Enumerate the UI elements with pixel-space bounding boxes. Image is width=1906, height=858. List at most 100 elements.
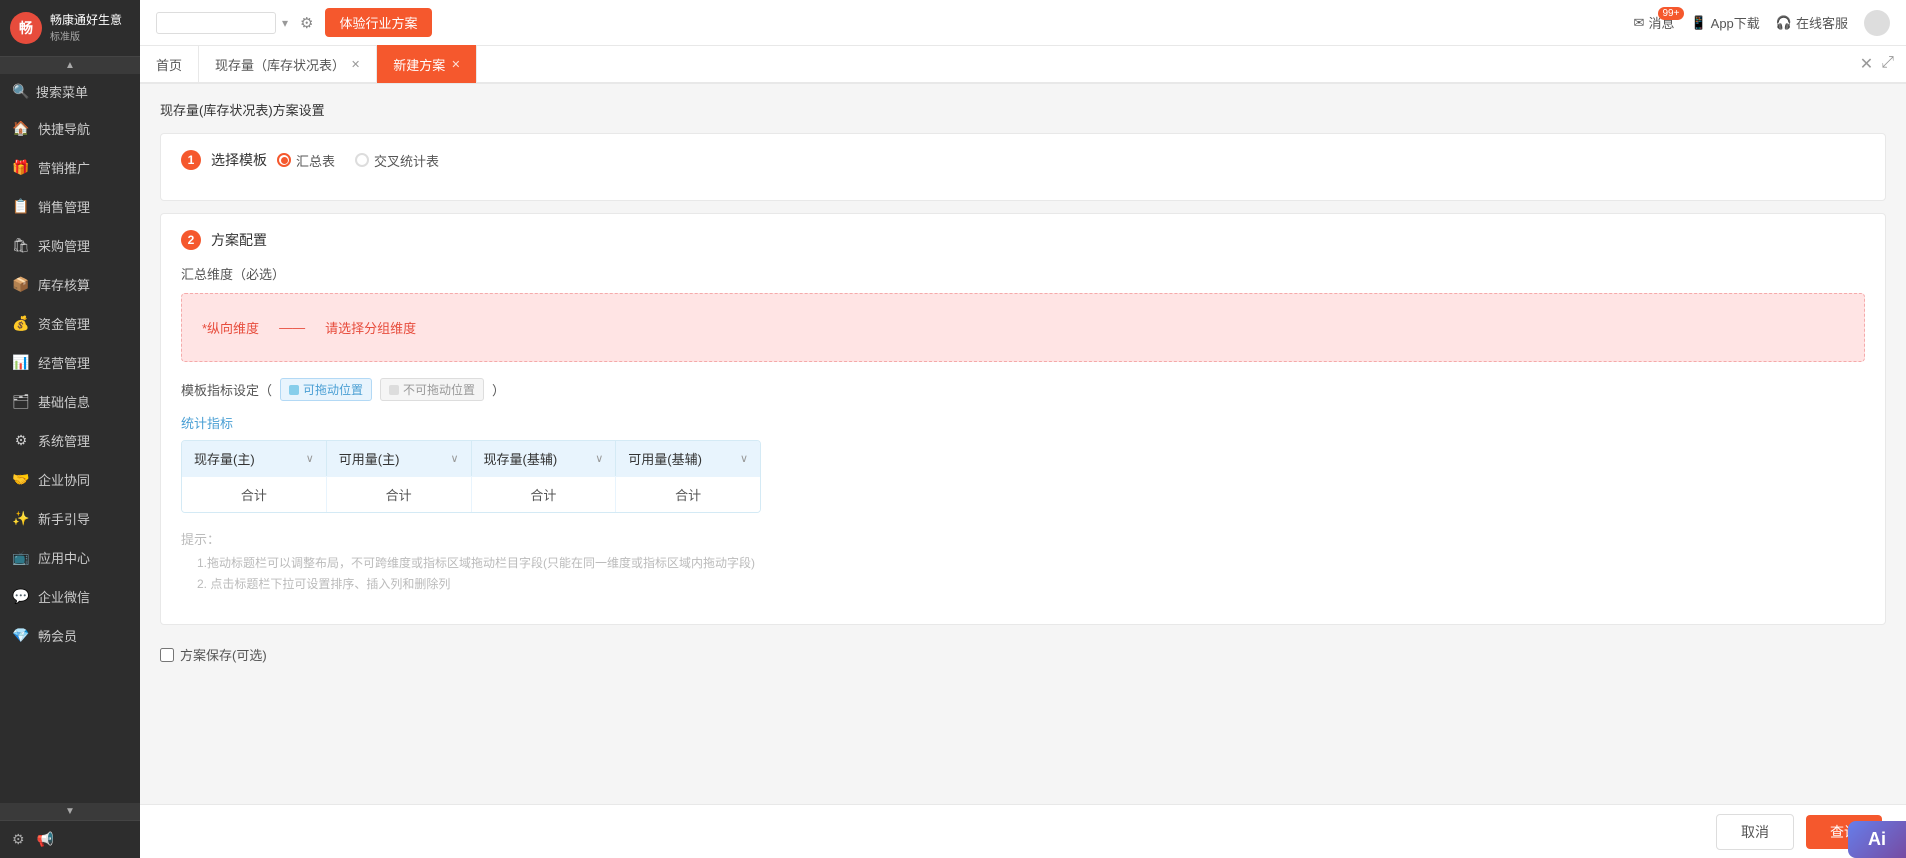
tips-title: 提示： xyxy=(181,529,1865,548)
template-settings: 模板指标设定（ 可拖动位置 不可拖动位置 ） xyxy=(181,378,1865,401)
finance-icon: 💰 xyxy=(12,315,30,333)
headset-icon: 🎧 xyxy=(1776,15,1792,31)
sidebar-item-guide[interactable]: ✨ 新手引导 xyxy=(0,499,140,538)
save-checkbox[interactable] xyxy=(160,648,174,662)
ai-float-button[interactable]: Ai xyxy=(1848,821,1906,858)
inventory-icon: 📦 xyxy=(12,276,30,294)
dimension-picker[interactable]: *纵向维度 —— 请选择分组维度 xyxy=(181,293,1865,362)
stats-table-row: 合计 合计 合计 合计 xyxy=(182,476,760,512)
stats-col-0[interactable]: 现存量(主) ∨ xyxy=(182,441,327,476)
scroll-up[interactable]: ▲ xyxy=(0,57,140,74)
stats-col-0-chevron[interactable]: ∨ xyxy=(306,452,314,465)
search-label: 搜索菜单 xyxy=(36,82,88,101)
operations-icon: 📊 xyxy=(12,354,30,372)
tab-new-scheme[interactable]: 新建方案 ✕ xyxy=(377,45,477,83)
dimension-dash: —— xyxy=(279,320,305,335)
sidebar: 畅 畅康通好生意 标准版 ▲ 🔍 搜索菜单 🏠 快捷导航 🎁 营销推广 📋 销售… xyxy=(0,0,140,858)
template-radio-group: 汇总表 交叉统计表 xyxy=(277,151,439,170)
bottom-bar: 取消 查询 xyxy=(140,804,1906,858)
sidebar-item-enterprise[interactable]: 🤝 企业协同 xyxy=(0,460,140,499)
cancel-button[interactable]: 取消 xyxy=(1716,814,1794,850)
sidebar-item-operations[interactable]: 📊 经营管理 xyxy=(0,343,140,382)
gift-icon: 🎁 xyxy=(12,159,30,177)
topbar-search-area: ▾ xyxy=(156,12,288,34)
tab-home[interactable]: 首页 xyxy=(140,45,199,83)
dimension-required-text: *纵向维度 xyxy=(202,318,259,337)
topbar-dropdown-icon[interactable]: ▾ xyxy=(282,16,288,30)
scroll-down[interactable]: ▼ xyxy=(0,803,140,820)
sidebar-item-search[interactable]: 🔍 搜索菜单 xyxy=(0,74,140,109)
sidebar-item-appcenter[interactable]: 📺 应用中心 xyxy=(0,538,140,577)
topbar-search-input[interactable] xyxy=(156,12,276,34)
stats-cell-3: 合计 xyxy=(616,477,760,512)
logo-text-block: 畅康通好生意 标准版 xyxy=(50,13,122,44)
save-label: 方案保存(可选) xyxy=(180,645,267,664)
sidebar-item-member[interactable]: 💎 畅会员 xyxy=(0,616,140,655)
page-title: 现存量(库存状况表)方案设置 xyxy=(160,100,1886,119)
stats-col-2-label: 现存量(基辅) xyxy=(484,449,558,468)
trial-button[interactable]: 体验行业方案 xyxy=(325,8,431,37)
stats-col-1[interactable]: 可用量(主) ∨ xyxy=(327,441,472,476)
movable-dot xyxy=(289,385,299,395)
step2-card: 2 方案配置 汇总维度（必选） *纵向维度 —— 请选择分组维度 模板指标设定（ xyxy=(160,213,1886,625)
nav-label-9: 系统管理 xyxy=(38,431,90,450)
sidebar-item-basicinfo[interactable]: 🗂 基础信息 xyxy=(0,382,140,421)
page-content: 现存量(库存状况表)方案设置 1 选择模板 汇总表 交叉统计表 xyxy=(140,84,1906,804)
purchase-icon: 🛍 xyxy=(12,237,30,255)
nav-label-7: 经营管理 xyxy=(38,353,90,372)
topbar-app-download[interactable]: 📱 App下载 xyxy=(1690,13,1759,32)
sidebar-item-marketing[interactable]: 🎁 营销推广 xyxy=(0,148,140,187)
stats-section-label: 统计指标 xyxy=(181,413,1865,432)
expand-icon[interactable]: ⤢ xyxy=(1881,54,1894,74)
immovable-badge: 不可拖动位置 xyxy=(380,378,484,401)
tab-new-close[interactable]: ✕ xyxy=(451,58,460,71)
sidebar-logo: 畅 畅康通好生意 标准版 xyxy=(0,0,140,57)
nav-label-8: 基础信息 xyxy=(38,392,90,411)
radio-summary-label: 汇总表 xyxy=(296,151,335,170)
sidebar-item-inventory[interactable]: 📦 库存核算 xyxy=(0,265,140,304)
settings-icon[interactable]: ⚙ xyxy=(12,831,25,848)
sales-icon: 📋 xyxy=(12,198,30,216)
radio-cross[interactable]: 交叉统计表 xyxy=(355,151,439,170)
phone-icon: 📱 xyxy=(1690,15,1706,31)
nav-label-6: 资金管理 xyxy=(38,314,90,333)
stats-col-2-chevron[interactable]: ∨ xyxy=(595,452,603,465)
sidebar-item-finance[interactable]: 💰 资金管理 xyxy=(0,304,140,343)
topbar-gear-icon[interactable]: ⚙ xyxy=(300,14,313,32)
movable-badge: 可拖动位置 xyxy=(280,378,372,401)
stats-col-3[interactable]: 可用量(基辅) ∨ xyxy=(616,441,760,476)
radio-summary[interactable]: 汇总表 xyxy=(277,151,335,170)
close-icon[interactable]: ✕ xyxy=(1860,54,1873,74)
tabbar: 首页 现存量（库存状况表） ✕ 新建方案 ✕ ✕ ⤢ xyxy=(140,46,1906,84)
stats-col-2[interactable]: 现存量(基辅) ∨ xyxy=(472,441,617,476)
sidebar-nav: 🏠 快捷导航 🎁 营销推广 📋 销售管理 🛍 采购管理 📦 库存核算 💰 资金管… xyxy=(0,109,140,803)
stats-cell-1: 合计 xyxy=(327,477,472,512)
sidebar-item-sales[interactable]: 📋 销售管理 xyxy=(0,187,140,226)
tips-item-1: 2. 点击标题栏下拉可设置排序、插入列和删除列 xyxy=(181,575,1865,592)
stats-col-1-chevron[interactable]: ∨ xyxy=(450,452,458,465)
sidebar-item-wechat[interactable]: 💬 企业微信 xyxy=(0,577,140,616)
topbar: ▾ ⚙ 体验行业方案 ✉ 消息 99+ 📱 App下载 🎧 在线客服 xyxy=(140,0,1906,46)
speaker-icon[interactable]: 📢 xyxy=(37,831,54,848)
sidebar-item-purchase[interactable]: 🛍 采购管理 xyxy=(0,226,140,265)
topbar-service[interactable]: 🎧 在线客服 xyxy=(1776,13,1848,32)
sidebar-item-sysadmin[interactable]: ⚙ 系统管理 xyxy=(0,421,140,460)
basicinfo-icon: 🗂 xyxy=(12,393,30,411)
sidebar-item-quicknav[interactable]: 🏠 快捷导航 xyxy=(0,109,140,148)
home-icon: 🏠 xyxy=(12,120,30,138)
service-label: 在线客服 xyxy=(1796,13,1848,32)
message-icon: ✉ xyxy=(1634,15,1645,31)
sidebar-bottom: ⚙ 📢 xyxy=(0,820,140,858)
topbar-msg[interactable]: ✉ 消息 99+ xyxy=(1634,13,1675,32)
stats-col-3-chevron[interactable]: ∨ xyxy=(740,452,748,465)
tab-inventory-close[interactable]: ✕ xyxy=(351,58,360,71)
enterprise-icon: 🤝 xyxy=(12,471,30,489)
stats-table: 现存量(主) ∨ 可用量(主) ∨ 现存量(基辅) ∨ 可用量(基辅) xyxy=(181,440,761,513)
topbar-user[interactable] xyxy=(1864,10,1890,36)
template-settings-text: 模板指标设定（ xyxy=(181,380,272,399)
nav-label-5: 库存核算 xyxy=(38,275,90,294)
app-label: App下载 xyxy=(1711,13,1760,32)
nav-label-1: 快捷导航 xyxy=(38,119,90,138)
movable-text: 可拖动位置 xyxy=(303,381,363,398)
tab-inventory[interactable]: 现存量（库存状况表） ✕ xyxy=(199,45,377,83)
